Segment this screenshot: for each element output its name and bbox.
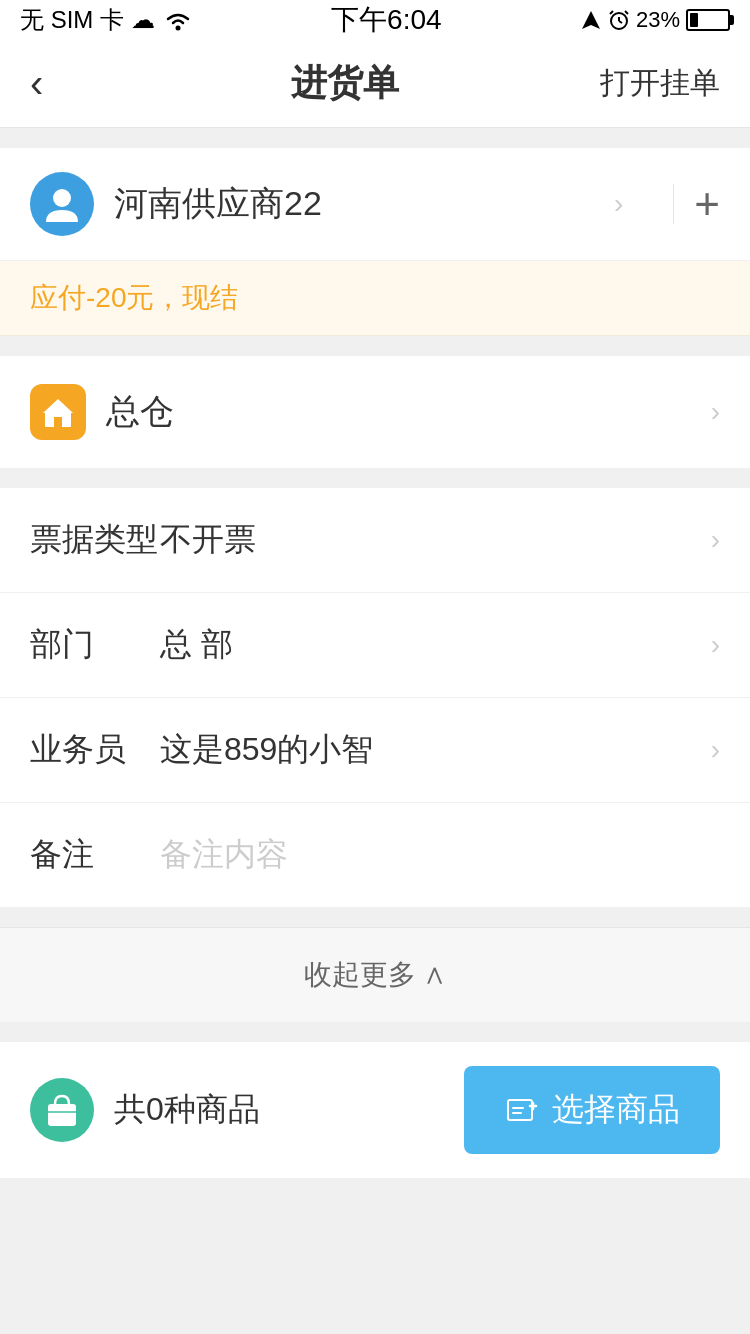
department-row[interactable]: 部门 总 部 › xyxy=(0,593,750,698)
product-bag-icon xyxy=(42,1090,82,1130)
department-arrow: › xyxy=(711,629,720,661)
salesperson-label: 业务员 xyxy=(30,728,160,772)
status-left: 无 SIM 卡 ☁ xyxy=(20,4,193,36)
sim-text: 无 SIM 卡 ☁ xyxy=(20,4,155,36)
warehouse-building-icon xyxy=(41,395,75,429)
battery-text: 23% xyxy=(636,7,680,33)
supplier-arrow-icon: › xyxy=(614,188,623,220)
product-icon-wrap xyxy=(30,1078,94,1142)
svg-line-4 xyxy=(610,11,613,14)
person-icon xyxy=(42,184,82,224)
salesperson-value: 这是859的小智 xyxy=(160,728,711,772)
svg-rect-9 xyxy=(54,417,62,427)
product-count-text: 共0种商品 xyxy=(114,1088,464,1132)
remark-placeholder[interactable]: 备注内容 xyxy=(160,833,720,877)
battery-icon xyxy=(686,9,730,31)
warehouse-name: 总仓 xyxy=(106,389,711,435)
add-supplier-button[interactable]: + xyxy=(694,182,720,226)
salesperson-row[interactable]: 业务员 这是859的小智 › xyxy=(0,698,750,803)
bottom-bar: 共0种商品 选择商品 xyxy=(0,1042,750,1178)
select-product-label: 选择商品 xyxy=(552,1088,680,1132)
collapse-button[interactable]: 收起更多 ∧ xyxy=(0,927,750,1022)
remark-row[interactable]: 备注 备注内容 xyxy=(0,803,750,907)
form-section: 票据类型 不开票 › 部门 总 部 › 业务员 这是859的小智 › 备注 备注… xyxy=(0,488,750,907)
collapse-label: 收起更多 ∧ xyxy=(304,959,447,990)
svg-rect-10 xyxy=(48,1104,76,1126)
warehouse-row[interactable]: 总仓 › xyxy=(0,356,750,468)
supplier-name: 河南供应商22 xyxy=(114,181,614,227)
svg-line-5 xyxy=(625,11,628,14)
alarm-icon xyxy=(608,9,630,31)
svg-rect-12 xyxy=(508,1100,532,1120)
supplier-section: 河南供应商22 › + 应付-20元，现结 xyxy=(0,148,750,336)
wifi-icon xyxy=(163,9,193,31)
department-value: 总 部 xyxy=(160,623,711,667)
warehouse-section[interactable]: 总仓 › xyxy=(0,356,750,468)
status-time: 下午6:04 xyxy=(331,1,442,39)
location-icon xyxy=(580,9,602,31)
page-title: 进货单 xyxy=(291,59,399,108)
select-product-icon xyxy=(504,1092,540,1128)
invoice-type-arrow: › xyxy=(711,524,720,556)
department-label: 部门 xyxy=(30,623,160,667)
notice-text: 应付-20元，现结 xyxy=(30,282,238,313)
status-bar: 无 SIM 卡 ☁ 下午6:04 23% xyxy=(0,0,750,40)
nav-bar: ‹ 进货单 打开挂单 xyxy=(0,40,750,128)
notice-bar: 应付-20元，现结 xyxy=(0,261,750,336)
warehouse-icon-wrap xyxy=(30,384,86,440)
invoice-type-value: 不开票 xyxy=(160,518,711,562)
svg-marker-8 xyxy=(43,399,73,413)
salesperson-arrow: › xyxy=(711,734,720,766)
select-product-button[interactable]: 选择商品 xyxy=(464,1066,720,1154)
gray-fill-area xyxy=(0,1178,750,1334)
open-pending-button[interactable]: 打开挂单 xyxy=(600,63,720,104)
status-right: 23% xyxy=(580,7,730,33)
remark-label: 备注 xyxy=(30,833,160,877)
supplier-avatar xyxy=(30,172,94,236)
warehouse-arrow-icon: › xyxy=(711,396,720,428)
supplier-row[interactable]: 河南供应商22 › + xyxy=(0,148,750,261)
back-button[interactable]: ‹ xyxy=(30,61,90,106)
invoice-type-row[interactable]: 票据类型 不开票 › xyxy=(0,488,750,593)
vertical-divider xyxy=(673,184,674,224)
svg-point-6 xyxy=(53,189,71,207)
svg-point-0 xyxy=(175,26,180,31)
invoice-type-label: 票据类型 xyxy=(30,518,160,562)
svg-line-3 xyxy=(619,21,622,23)
